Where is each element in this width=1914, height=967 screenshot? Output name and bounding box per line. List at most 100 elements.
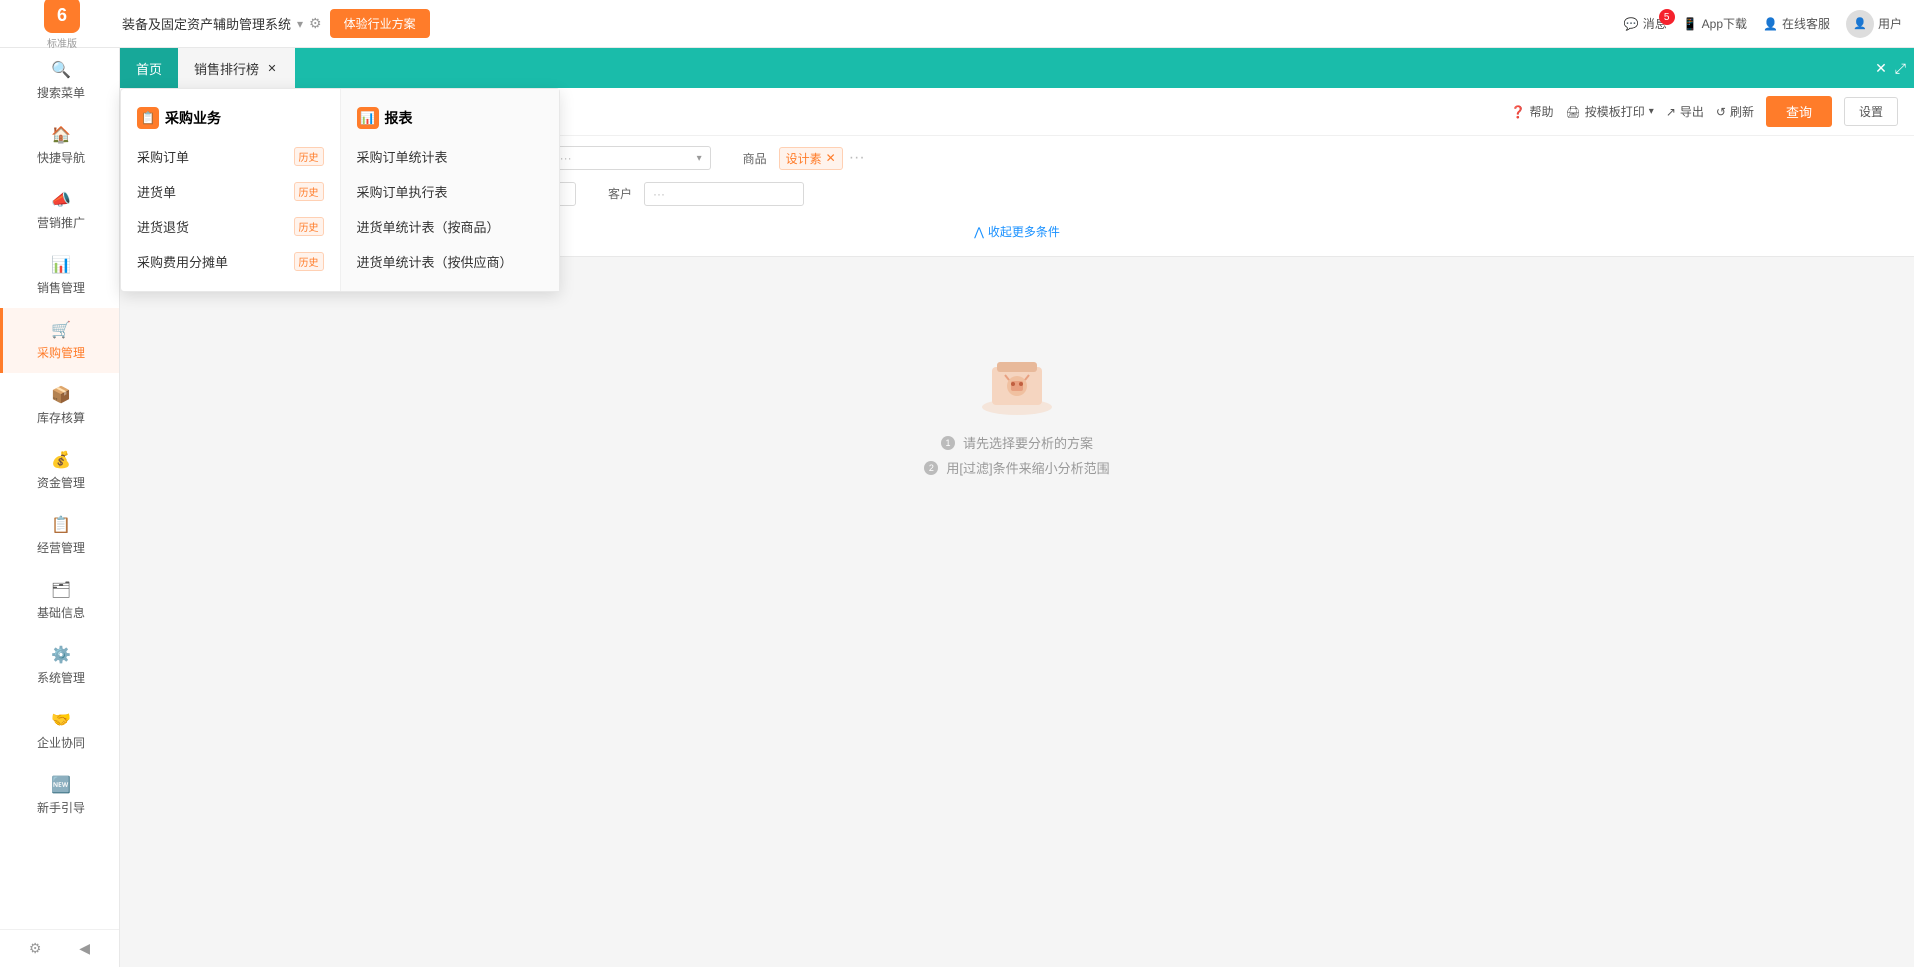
dropdown-item-report-order-stat[interactable]: 采购订单统计表 [341, 139, 560, 174]
dropdown-report-header: 📊 报表 [341, 101, 560, 139]
message-badge: 5 [1659, 9, 1675, 25]
tab-home[interactable]: 首页 [120, 48, 178, 88]
report-col-title: 报表 [385, 108, 413, 128]
empty-bullet1: 1 [941, 436, 955, 450]
purchase-icon: 🛒 [51, 320, 71, 340]
purchase-col-icon: 📋 [137, 107, 159, 129]
status-select[interactable]: ··· ▾ [551, 146, 711, 170]
print-icon: 🖨 [1566, 105, 1581, 119]
query-button[interactable]: 查询 [1766, 96, 1832, 127]
logo-icon: 6 [44, 0, 80, 33]
dropdown-menu: 📋 采购业务 采购订单 历史 进货单 历史 进货退货 历史 采购费用分摊单 历史 [120, 88, 560, 292]
tab-close-icon[interactable]: ✕ [265, 61, 279, 75]
sidebar-settings-icon[interactable]: ⚙ [29, 940, 42, 957]
export-label: 导出 [1680, 103, 1704, 120]
empty-state: 1 请先选择要分析的方案 2 用[过滤]条件来缩小分析范围 [120, 257, 1914, 557]
dropdown-item-report-inbound-supplier[interactable]: 进货单统计表（按供应商） [341, 244, 560, 279]
tab-expand-icon[interactable]: ⤢ [1895, 60, 1906, 77]
logo: 6 标准版 [12, 0, 112, 50]
marketing-icon: 📣 [51, 190, 71, 210]
system-icon: ⚙️ [51, 645, 71, 665]
sidebar-item-base[interactable]: 🗂 基础信息 [0, 568, 119, 633]
sidebar-item-finance[interactable]: 💰 资金管理 [0, 438, 119, 503]
sidebar-label-stock: 库存核算 [37, 409, 85, 426]
system-chevron-icon[interactable]: ▾ [297, 17, 303, 31]
print-chevron-icon: ▾ [1649, 106, 1654, 117]
dropdown-item-report-order-exec[interactable]: 采购订单执行表 [341, 174, 560, 209]
sidebar-item-operation[interactable]: 📋 经营管理 [0, 503, 119, 568]
help-label: 帮助 [1530, 103, 1554, 120]
system-title-area: 装备及固定资产辅助管理系统 ▾ ⚙ [122, 14, 322, 33]
tab-sales-rank[interactable]: 销售排行榜 ✕ [178, 48, 295, 88]
sidebar-item-guide[interactable]: 🆕 新手引导 [0, 763, 119, 828]
sidebar: 🔍 搜索菜单 🏠 快捷导航 📣 营销推广 📊 销售管理 🛒 采购管理 📦 库存核… [0, 48, 120, 967]
history-tag-2: 历史 [294, 217, 324, 236]
dropdown-item-report-inbound-goods[interactable]: 进货单统计表（按商品） [341, 209, 560, 244]
goods-filter-dots[interactable]: ··· [849, 149, 865, 167]
system-gear-icon[interactable]: ⚙ [309, 15, 322, 32]
customer-select[interactable]: ··· [644, 182, 804, 206]
print-link[interactable]: 🖨 按模板打印 ▾ [1566, 103, 1654, 120]
sidebar-item-search[interactable]: 🔍 搜索菜单 [0, 48, 119, 113]
sidebar-item-cooperation[interactable]: 🤝 企业协同 [0, 698, 119, 763]
cooperation-icon: 🤝 [51, 710, 71, 730]
dropdown-item-purchase-order[interactable]: 采购订单 历史 [121, 139, 340, 174]
sidebar-collapse-icon[interactable]: ◀ [79, 940, 90, 957]
industry-btn[interactable]: 体验行业方案 [330, 9, 430, 38]
home-icon: 🏠 [51, 125, 71, 145]
collapse-label: 收起更多条件 [988, 223, 1060, 240]
history-tag-3: 历史 [294, 252, 324, 271]
empty-line1-row: 1 请先选择要分析的方案 [941, 433, 1093, 452]
empty-bullet2: 2 [924, 461, 938, 475]
sidebar-item-quick[interactable]: 🏠 快捷导航 [0, 113, 119, 178]
dropdown-item-purchase-expense[interactable]: 采购费用分摊单 历史 [121, 244, 340, 279]
export-icon: ↗ [1666, 105, 1676, 119]
purchase-col-title: 采购业务 [165, 108, 221, 128]
customer-filter-label: 客户 [608, 185, 632, 202]
user-label: 用户 [1878, 15, 1902, 32]
topbar: 6 标准版 装备及固定资产辅助管理系统 ▾ ⚙ 体验行业方案 💬 5 消息 📱 … [0, 0, 1914, 48]
tab-right-controls: ✕ ⤢ [1875, 60, 1914, 77]
service-label: 在线客服 [1782, 15, 1830, 32]
avatar-icon: 👤 [1846, 10, 1874, 38]
dropdown-item-purchase-inbound[interactable]: 进货单 历史 [121, 174, 340, 209]
sidebar-item-marketing[interactable]: 📣 营销推广 [0, 178, 119, 243]
sidebar-item-sales[interactable]: 📊 销售管理 [0, 243, 119, 308]
tab-close-all-icon[interactable]: ✕ [1875, 60, 1887, 77]
help-link[interactable]: ❓ 帮助 [1511, 103, 1554, 120]
sidebar-item-stock[interactable]: 📦 库存核算 [0, 373, 119, 438]
refresh-link[interactable]: ↺ 刷新 [1716, 103, 1754, 120]
base-icon: 🗂 [51, 580, 71, 600]
export-link[interactable]: ↗ 导出 [1666, 103, 1704, 120]
stock-icon: 📦 [51, 385, 71, 405]
goods-filter-label: 商品 [743, 150, 767, 167]
dropdown-purchase-col: 📋 采购业务 采购订单 历史 进货单 历史 进货退货 历史 采购费用分摊单 历史 [121, 89, 340, 291]
sidebar-label-marketing: 营销推广 [37, 214, 85, 231]
dropdown-report-col: 📊 报表 采购订单统计表 采购订单执行表 进货单统计表（按商品） 进货单统计表（… [340, 89, 560, 291]
sidebar-label-quick: 快捷导航 [37, 149, 85, 166]
dropdown-item-purchase-return[interactable]: 进货退货 历史 [121, 209, 340, 244]
sidebar-item-purchase[interactable]: 🛒 采购管理 [0, 308, 119, 373]
operation-icon: 📋 [51, 515, 71, 535]
sidebar-label-system: 系统管理 [37, 669, 85, 686]
help-icon: ❓ [1511, 105, 1526, 119]
goods-tag-close-icon[interactable]: ✕ [826, 151, 836, 165]
sidebar-label-finance: 资金管理 [37, 474, 85, 491]
system-name: 装备及固定资产辅助管理系统 [122, 14, 291, 33]
status-chevron-icon: ▾ [697, 153, 702, 164]
online-service-icon[interactable]: 👤 在线客服 [1763, 15, 1830, 32]
app-label: App下载 [1702, 15, 1747, 32]
collapse-icon: ⋀ [974, 225, 984, 239]
app-download-icon[interactable]: 📱 App下载 [1683, 15, 1747, 32]
sidebar-label-sales: 销售管理 [37, 279, 85, 296]
user-avatar[interactable]: 👤 用户 [1846, 10, 1902, 38]
collapse-btn[interactable]: ⋀ 收起更多条件 [968, 217, 1066, 246]
sales-icon: 📊 [51, 255, 71, 275]
empty-icon [967, 337, 1067, 417]
refresh-label: 刷新 [1730, 103, 1754, 120]
sidebar-label-base: 基础信息 [37, 604, 85, 621]
sidebar-label-cooperation: 企业协同 [37, 734, 85, 751]
settings-button[interactable]: 设置 [1844, 97, 1898, 126]
message-icon[interactable]: 💬 5 消息 [1624, 15, 1667, 32]
sidebar-item-system[interactable]: ⚙️ 系统管理 [0, 633, 119, 698]
